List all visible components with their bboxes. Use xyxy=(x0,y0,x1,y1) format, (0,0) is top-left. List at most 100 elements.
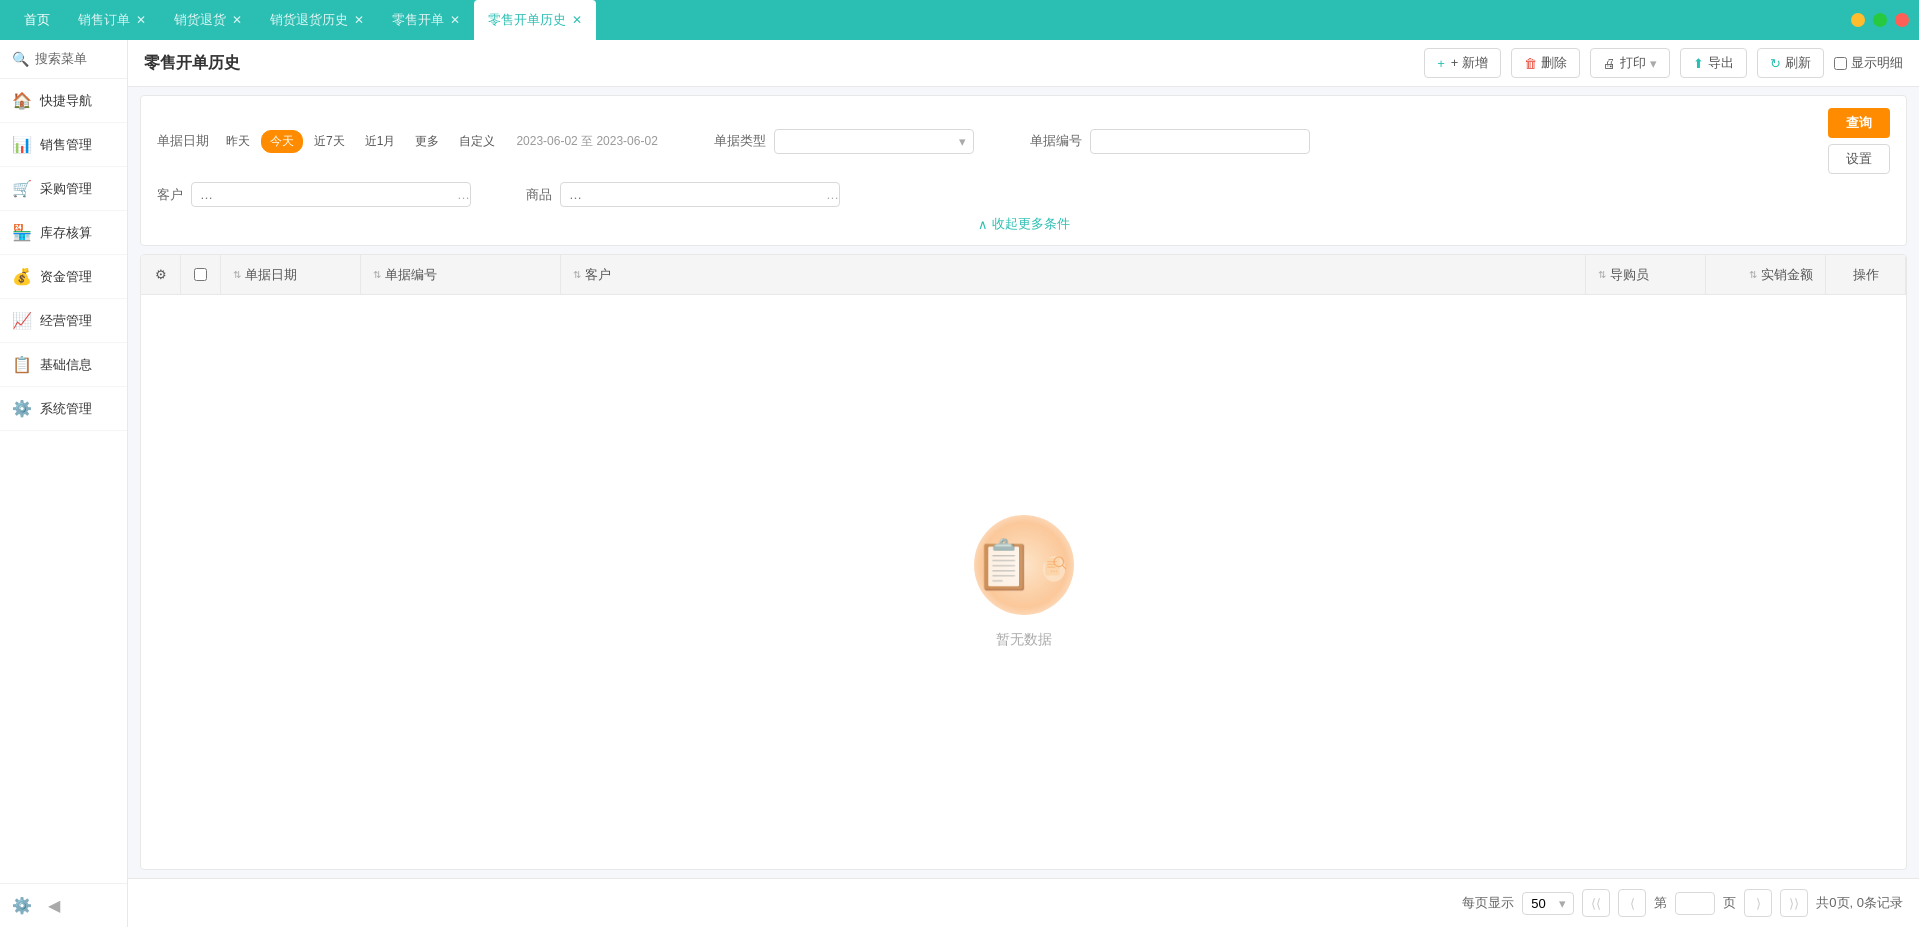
sidebar: 🔍 搜索菜单 🏠 快捷导航 📊 销售管理 🛒 采购管理 🏪 库存核算 💰 资金管… xyxy=(0,40,128,927)
sidebar-item-finance[interactable]: 💰 资金管理 xyxy=(0,255,127,299)
next-page-button[interactable]: ⟩ xyxy=(1744,889,1772,917)
sidebar-item-purchase-mgmt[interactable]: 🛒 采购管理 xyxy=(0,167,127,211)
sort-guide-icon: ⇅ xyxy=(1598,269,1606,280)
delete-button[interactable]: 🗑 删除 xyxy=(1511,48,1580,78)
order-no-input[interactable] xyxy=(1090,129,1310,154)
svg-point-7 xyxy=(1050,571,1052,573)
customer-input[interactable] xyxy=(191,182,471,207)
goods-ellipsis-icon[interactable]: … xyxy=(826,187,839,202)
finance-icon: 💰 xyxy=(12,267,32,286)
select-all-checkbox[interactable] xyxy=(194,268,207,281)
date-btn-yesterday[interactable]: 昨天 xyxy=(217,130,259,153)
goods-input[interactable] xyxy=(560,182,840,207)
purchase-icon: 🛒 xyxy=(12,179,32,198)
date-filter-label: 单据日期 xyxy=(157,132,209,150)
prev-page-button[interactable]: ⟨ xyxy=(1618,889,1646,917)
tab-retail-open-history[interactable]: 零售开单历史 ✕ xyxy=(474,0,596,40)
empty-text: 暂无数据 xyxy=(996,631,1052,649)
svg-point-8 xyxy=(1053,571,1055,573)
th-amount[interactable]: ⇅ 实销金额 xyxy=(1706,255,1826,294)
tab-sales-return[interactable]: 销货退货 ✕ xyxy=(160,0,256,40)
th-checkbox[interactable] xyxy=(181,255,221,294)
page-number-input[interactable]: 1 xyxy=(1675,892,1715,915)
pagination: 每页显示 50 10 20 100 ⟨⟨ ⟨ 第 1 页 ⟩ ⟩⟩ 共0页, 0… xyxy=(128,878,1919,927)
tab-close-retail-open-history[interactable]: ✕ xyxy=(572,13,582,27)
sidebar-item-sales-mgmt[interactable]: 📊 销售管理 xyxy=(0,123,127,167)
sidebar-item-inventory[interactable]: 🏪 库存核算 xyxy=(0,211,127,255)
first-page-button[interactable]: ⟨⟨ xyxy=(1582,889,1610,917)
settings-button[interactable]: 设置 xyxy=(1828,144,1890,174)
page-size-select[interactable]: 50 10 20 100 xyxy=(1522,892,1574,915)
operations-icon: 📈 xyxy=(12,311,32,330)
tab-close-sales-return[interactable]: ✕ xyxy=(232,13,242,27)
print-button[interactable]: 🖨 打印 ▾ xyxy=(1590,48,1670,78)
home-icon: 🏠 xyxy=(12,91,32,110)
search-icon: 🔍 xyxy=(12,51,29,67)
display-detail-toggle[interactable]: 显示明细 xyxy=(1834,54,1903,72)
sidebar-item-base-info[interactable]: 📋 基础信息 xyxy=(0,343,127,387)
delete-icon: 🗑 xyxy=(1524,56,1537,71)
toolbar: 零售开单历史 + + 新增 🗑 删除 🖨 打印 ▾ ⬆ 导出 xyxy=(128,40,1919,87)
display-detail-checkbox[interactable] xyxy=(1834,57,1847,70)
date-btn-more[interactable]: 更多 xyxy=(406,130,448,153)
tab-retail-open[interactable]: 零售开单 ✕ xyxy=(378,0,474,40)
date-btn-last1month[interactable]: 近1月 xyxy=(356,130,405,153)
th-customer[interactable]: ⇅ 客户 xyxy=(561,255,1586,294)
tab-sales-order[interactable]: 销售订单 ✕ xyxy=(64,0,160,40)
export-button[interactable]: ⬆ 导出 xyxy=(1680,48,1747,78)
order-type-label: 单据类型 xyxy=(714,132,766,150)
th-guide[interactable]: ⇅ 导购员 xyxy=(1586,255,1706,294)
collapse-filter-button[interactable]: ∧ 收起更多条件 xyxy=(978,215,1070,233)
window-maximize[interactable] xyxy=(1873,13,1887,27)
customer-label: 客户 xyxy=(157,186,183,204)
sidebar-item-quick-nav[interactable]: 🏠 快捷导航 xyxy=(0,79,127,123)
th-operation: 操作 xyxy=(1826,255,1906,294)
sidebar-bottom: ⚙️ ◀ xyxy=(0,883,127,927)
chevron-up-icon: ∧ xyxy=(978,217,988,232)
sidebar-collapse-icon[interactable]: ◀ xyxy=(48,896,60,915)
window-minimize[interactable] xyxy=(1851,13,1865,27)
order-type-filter-item: 单据类型 xyxy=(714,129,974,154)
sort-amount-icon: ⇅ xyxy=(1749,269,1757,280)
refresh-icon: ↻ xyxy=(1770,56,1781,71)
query-button[interactable]: 查询 xyxy=(1828,108,1890,138)
window-controls xyxy=(1851,13,1909,27)
th-settings[interactable]: ⚙ xyxy=(141,255,181,294)
tab-close-sales-order[interactable]: ✕ xyxy=(136,13,146,27)
sidebar-item-system[interactable]: ⚙️ 系统管理 xyxy=(0,387,127,431)
filter-row-1: 单据日期 昨天 今天 近7天 近1月 更多 自定义 2023-06-02 至 2… xyxy=(157,108,1890,174)
svg-point-9 xyxy=(1055,571,1057,573)
system-icon: ⚙️ xyxy=(12,399,32,418)
date-btn-last7[interactable]: 近7天 xyxy=(305,130,354,153)
th-order-no[interactable]: ⇅ 单据编号 xyxy=(361,255,561,294)
table-container: ⚙ ⇅ 单据日期 ⇅ 单据编号 ⇅ 客户 ⇅ xyxy=(140,254,1907,870)
last-page-button[interactable]: ⟩⟩ xyxy=(1780,889,1808,917)
goods-label: 商品 xyxy=(526,186,552,204)
export-icon: ⬆ xyxy=(1693,56,1704,71)
main-layout: 🔍 搜索菜单 🏠 快捷导航 📊 销售管理 🛒 采购管理 🏪 库存核算 💰 资金管… xyxy=(0,40,1919,927)
filter-row-2: 客户 … 商品 … xyxy=(157,182,1890,207)
sidebar-item-operations[interactable]: 📈 经营管理 xyxy=(0,299,127,343)
filter-panel: 单据日期 昨天 今天 近7天 近1月 更多 自定义 2023-06-02 至 2… xyxy=(140,95,1907,246)
order-no-label: 单据编号 xyxy=(1030,132,1082,150)
add-button[interactable]: + + 新增 xyxy=(1424,48,1501,78)
base-info-icon: 📋 xyxy=(12,355,32,374)
customer-ellipsis-icon[interactable]: … xyxy=(457,187,470,202)
sidebar-settings-icon[interactable]: ⚙️ xyxy=(12,896,32,915)
date-filter-buttons: 昨天 今天 近7天 近1月 更多 自定义 xyxy=(217,130,504,153)
tab-home[interactable]: 首页 xyxy=(10,0,64,40)
tab-close-sales-return-history[interactable]: ✕ xyxy=(354,13,364,27)
window-close[interactable] xyxy=(1895,13,1909,27)
order-type-select[interactable] xyxy=(774,129,974,154)
date-btn-custom[interactable]: 自定义 xyxy=(450,130,504,153)
refresh-button[interactable]: ↻ 刷新 xyxy=(1757,48,1824,78)
tab-close-retail-open[interactable]: ✕ xyxy=(450,13,460,27)
tab-sales-return-history[interactable]: 销货退货历史 ✕ xyxy=(256,0,378,40)
total-info: 共0页, 0条记录 xyxy=(1816,894,1903,912)
th-date[interactable]: ⇅ 单据日期 xyxy=(221,255,361,294)
settings-gear-icon: ⚙ xyxy=(155,267,167,282)
sidebar-search[interactable]: 🔍 搜索菜单 xyxy=(0,40,127,79)
sort-date-icon: ⇅ xyxy=(233,269,241,280)
date-btn-today[interactable]: 今天 xyxy=(261,130,303,153)
date-filter-item: 单据日期 昨天 今天 近7天 近1月 更多 自定义 2023-06-02 至 2… xyxy=(157,130,658,153)
